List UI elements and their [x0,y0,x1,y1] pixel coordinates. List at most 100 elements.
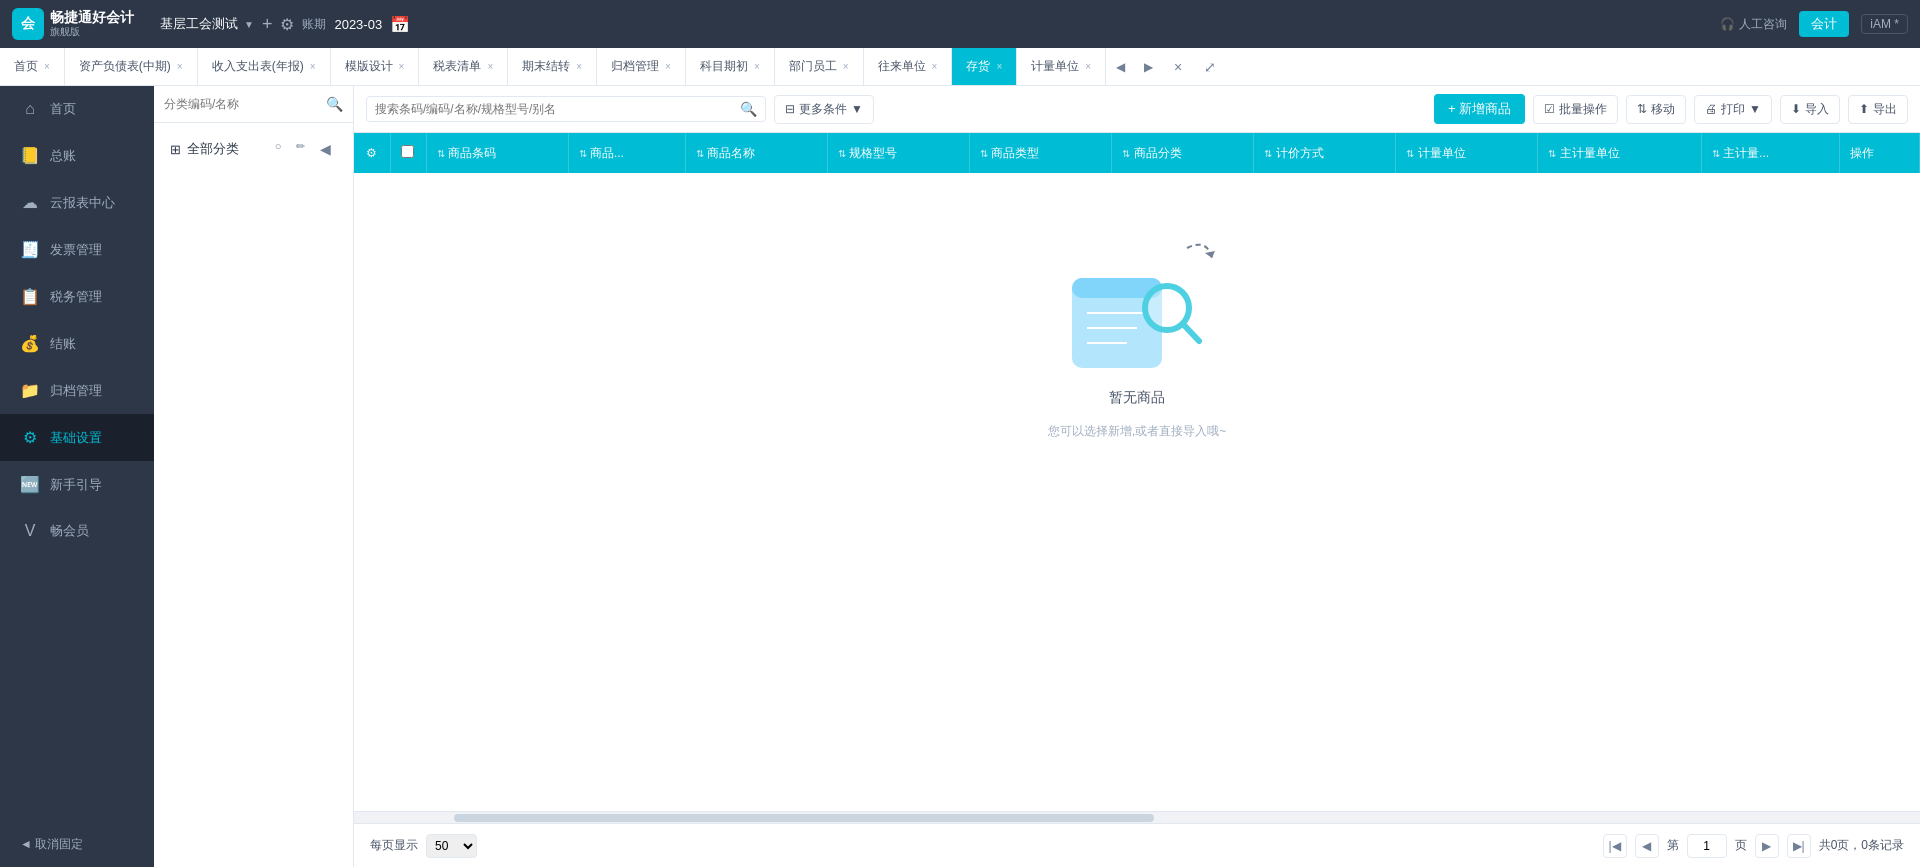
sidebar-item-archive[interactable]: 📁 归档管理 [0,367,154,414]
category-all-item[interactable]: ⊞ 全部分类 ○ ✏ ◀ [162,131,345,167]
tab-close-income[interactable]: × [310,61,316,72]
tab-next-button[interactable]: ▶ [1134,48,1162,85]
add-product-button[interactable]: + 新增商品 [1434,94,1525,124]
th-settings[interactable]: ⚙ [354,133,390,173]
company-selector[interactable]: 基层工会测试 ▼ [160,15,254,33]
sidebar-item-invoice[interactable]: 🧾 发票管理 [0,226,154,273]
account-button[interactable]: 会计 [1799,11,1849,37]
iam-badge: iAM * [1861,14,1908,34]
tab-bar: 首页 × 资产负债表(中期) × 收入支出表(年报) × 模版设计 × 税表清单… [0,48,1920,86]
tab-income[interactable]: 收入支出表(年报) × [198,48,331,85]
tab-close-unit[interactable]: × [1085,61,1091,72]
tab-close-inventory[interactable]: × [996,61,1002,72]
export-icon: ⬆ [1859,102,1869,116]
tab-close-department[interactable]: × [843,61,849,72]
move-icon: ⇅ [1637,102,1647,116]
tab-close-partner[interactable]: × [932,61,938,72]
svg-marker-7 [1205,251,1215,258]
th-spec[interactable]: ⇅ 规格型号 [828,133,970,173]
th-main-unit[interactable]: ⇅ 主计量单位 [1538,133,1701,173]
category-circle-icon[interactable]: ○ [269,137,287,155]
next-page-button[interactable]: ▶ [1755,834,1779,858]
first-page-button[interactable]: |◀ [1603,834,1627,858]
page-number-input[interactable] [1687,834,1727,858]
tab-close-home[interactable]: × [44,61,50,72]
tab-balance[interactable]: 资产负债表(中期) × [65,48,198,85]
app-sub: 旗舰版 [50,25,134,39]
sidebar-collapse-button[interactable]: ◄ 取消固定 [0,822,154,867]
tab-archive[interactable]: 归档管理 × [597,48,686,85]
tab-home[interactable]: 首页 × [0,48,65,85]
sidebar-item-reports[interactable]: ☁ 云报表中心 [0,179,154,226]
page-label: 第 [1667,837,1679,854]
batch-operation-button[interactable]: ☑ 批量操作 [1533,95,1618,124]
product-search-icon[interactable]: 🔍 [740,101,757,117]
horizontal-scrollbar[interactable] [354,811,1920,823]
sidebar-item-home[interactable]: ⌂ 首页 [0,86,154,132]
scrollbar-thumb[interactable] [454,814,1154,822]
tax-icon: 📋 [20,287,40,306]
th-barcode[interactable]: ⇅ 商品条码 [426,133,568,173]
main-layout: ⌂ 首页 📒 总账 ☁ 云报表中心 🧾 发票管理 📋 税务管理 💰 结账 📁 归… [0,86,1920,867]
page-suffix: 页 [1735,837,1747,854]
per-page-select[interactable]: 50 10 20 100 [426,834,477,858]
prev-page-button[interactable]: ◀ [1635,834,1659,858]
th-col3[interactable]: ⇅ 主计量... [1701,133,1840,173]
category-edit-icon[interactable]: ✏ [291,137,309,155]
move-button[interactable]: ⇅ 移动 [1626,95,1686,124]
sidebar-item-member[interactable]: V 畅会员 [0,508,154,554]
guide-icon: 🆕 [20,475,40,494]
archive-icon: 📁 [20,381,40,400]
add-tab-button[interactable]: + [262,14,273,35]
tab-close-period-end[interactable]: × [576,61,582,72]
tab-close-balance[interactable]: × [177,61,183,72]
sidebar-item-basic[interactable]: ⚙ 基础设置 [0,414,154,461]
tab-close-tax[interactable]: × [487,61,493,72]
empty-illustration [1057,233,1217,373]
export-button[interactable]: ⬆ 导出 [1848,95,1908,124]
tab-close-archive[interactable]: × [665,61,671,72]
th-type[interactable]: ⇅ 商品类型 [970,133,1112,173]
th-name[interactable]: ⇅ 商品名称 [685,133,827,173]
tab-period-end[interactable]: 期末结转 × [508,48,597,85]
sidebar-item-settle[interactable]: 💰 结账 [0,320,154,367]
filter-button[interactable]: ⊟ 更多条件 ▼ [774,95,874,124]
tab-prev-button[interactable]: ◀ [1106,48,1134,85]
product-search-input[interactable] [375,102,734,116]
tab-close-subject[interactable]: × [754,61,760,72]
sidebar: ⌂ 首页 📒 总账 ☁ 云报表中心 🧾 发票管理 📋 税务管理 💰 结账 📁 归… [0,86,154,867]
tab-expand-button[interactable]: ⤢ [1194,48,1226,85]
select-all-checkbox[interactable] [401,145,414,158]
tab-partner[interactable]: 往来单位 × [864,48,953,85]
tab-subject[interactable]: 科目期初 × [686,48,775,85]
category-search-input[interactable] [164,97,320,111]
tab-unit[interactable]: 计量单位 × [1017,48,1106,85]
th-category[interactable]: ⇅ 商品分类 [1112,133,1254,173]
left-panel-collapse-button[interactable]: ◀ [313,137,337,161]
ledger-icon: 📒 [20,146,40,165]
th-unit[interactable]: ⇅ 计量单位 [1396,133,1538,173]
sidebar-item-ledger[interactable]: 📒 总账 [0,132,154,179]
sidebar-item-tax[interactable]: 📋 税务管理 [0,273,154,320]
logo-icon: 会 [12,8,44,40]
tab-close-all-button[interactable]: × [1162,48,1194,85]
th-checkbox[interactable] [390,133,426,173]
last-page-button[interactable]: ▶| [1787,834,1811,858]
tab-tax[interactable]: 税表清单 × [419,48,508,85]
th-code[interactable]: ⇅ 商品... [568,133,685,173]
tab-close-template[interactable]: × [399,61,405,72]
tab-template[interactable]: 模版设计 × [331,48,420,85]
sidebar-item-guide[interactable]: 🆕 新手引导 [0,461,154,508]
calendar-icon[interactable]: 📅 [390,15,410,34]
tab-inventory[interactable]: 存货 × [952,48,1017,85]
empty-illustration-svg [1057,233,1217,373]
category-search-row: 🔍 [154,86,353,123]
import-button[interactable]: ⬇ 导入 [1780,95,1840,124]
tab-department[interactable]: 部门员工 × [775,48,864,85]
settings-gear-icon[interactable]: ⚙ [280,15,294,34]
print-button[interactable]: 🖨 打印 ▼ [1694,95,1772,124]
category-search-icon[interactable]: 🔍 [326,96,343,112]
cloud-icon: ☁ [20,193,40,212]
th-price-method[interactable]: ⇅ 计价方式 [1254,133,1396,173]
support-button[interactable]: 🎧 人工咨询 [1720,16,1787,33]
